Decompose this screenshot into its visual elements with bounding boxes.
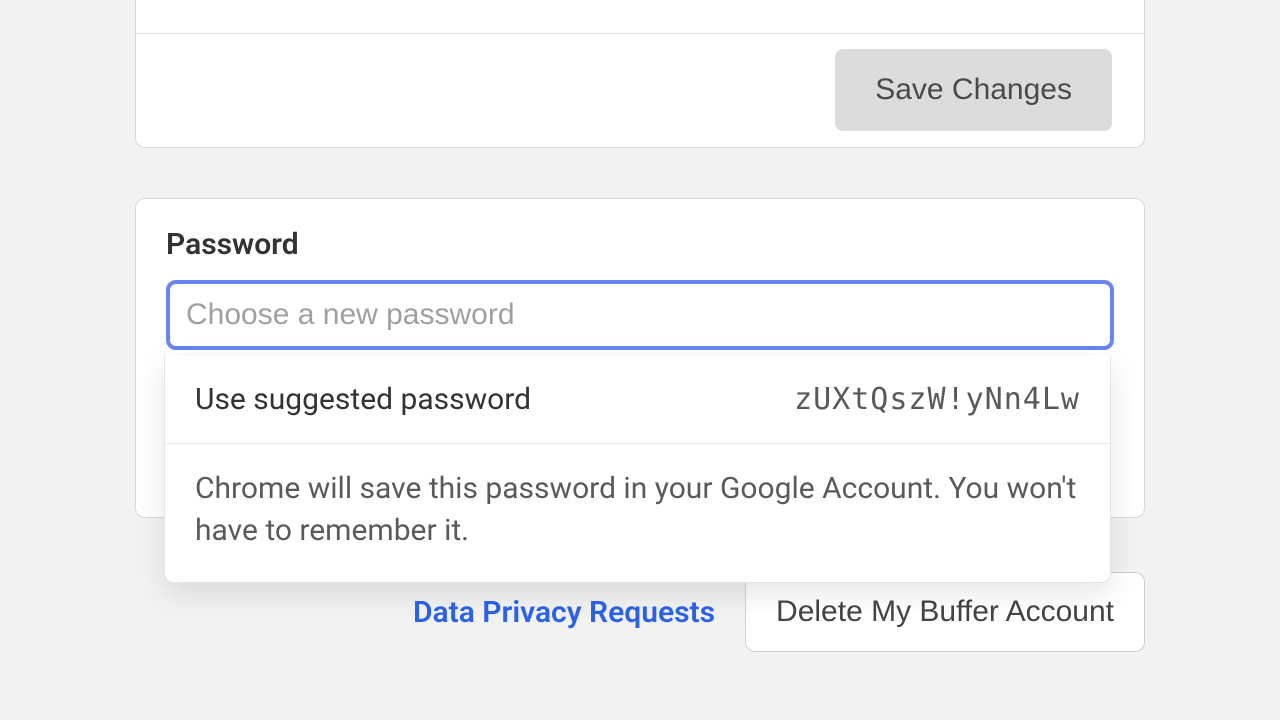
save-changes-button[interactable]: Save Changes <box>835 49 1112 131</box>
card-divider <box>136 33 1144 34</box>
data-privacy-requests-link[interactable]: Data Privacy Requests <box>413 595 715 630</box>
password-input[interactable] <box>186 298 1094 332</box>
settings-upper-card: Save Changes <box>135 0 1145 148</box>
suggested-password-value: zUXtQszW!yNn4Lw <box>794 382 1080 417</box>
footer-row: Data Privacy Requests Delete My Buffer A… <box>135 572 1145 652</box>
suggestion-description: Chrome will save this password in your G… <box>165 444 1110 582</box>
password-input-container[interactable] <box>166 280 1114 350</box>
use-suggested-password-row[interactable]: Use suggested password zUXtQszW!yNn4Lw <box>165 356 1110 444</box>
password-section-title: Password <box>166 227 1114 262</box>
password-suggestion-dropdown: Use suggested password zUXtQszW!yNn4Lw C… <box>164 356 1111 583</box>
suggestion-label: Use suggested password <box>195 382 531 417</box>
delete-account-button[interactable]: Delete My Buffer Account <box>745 572 1145 652</box>
